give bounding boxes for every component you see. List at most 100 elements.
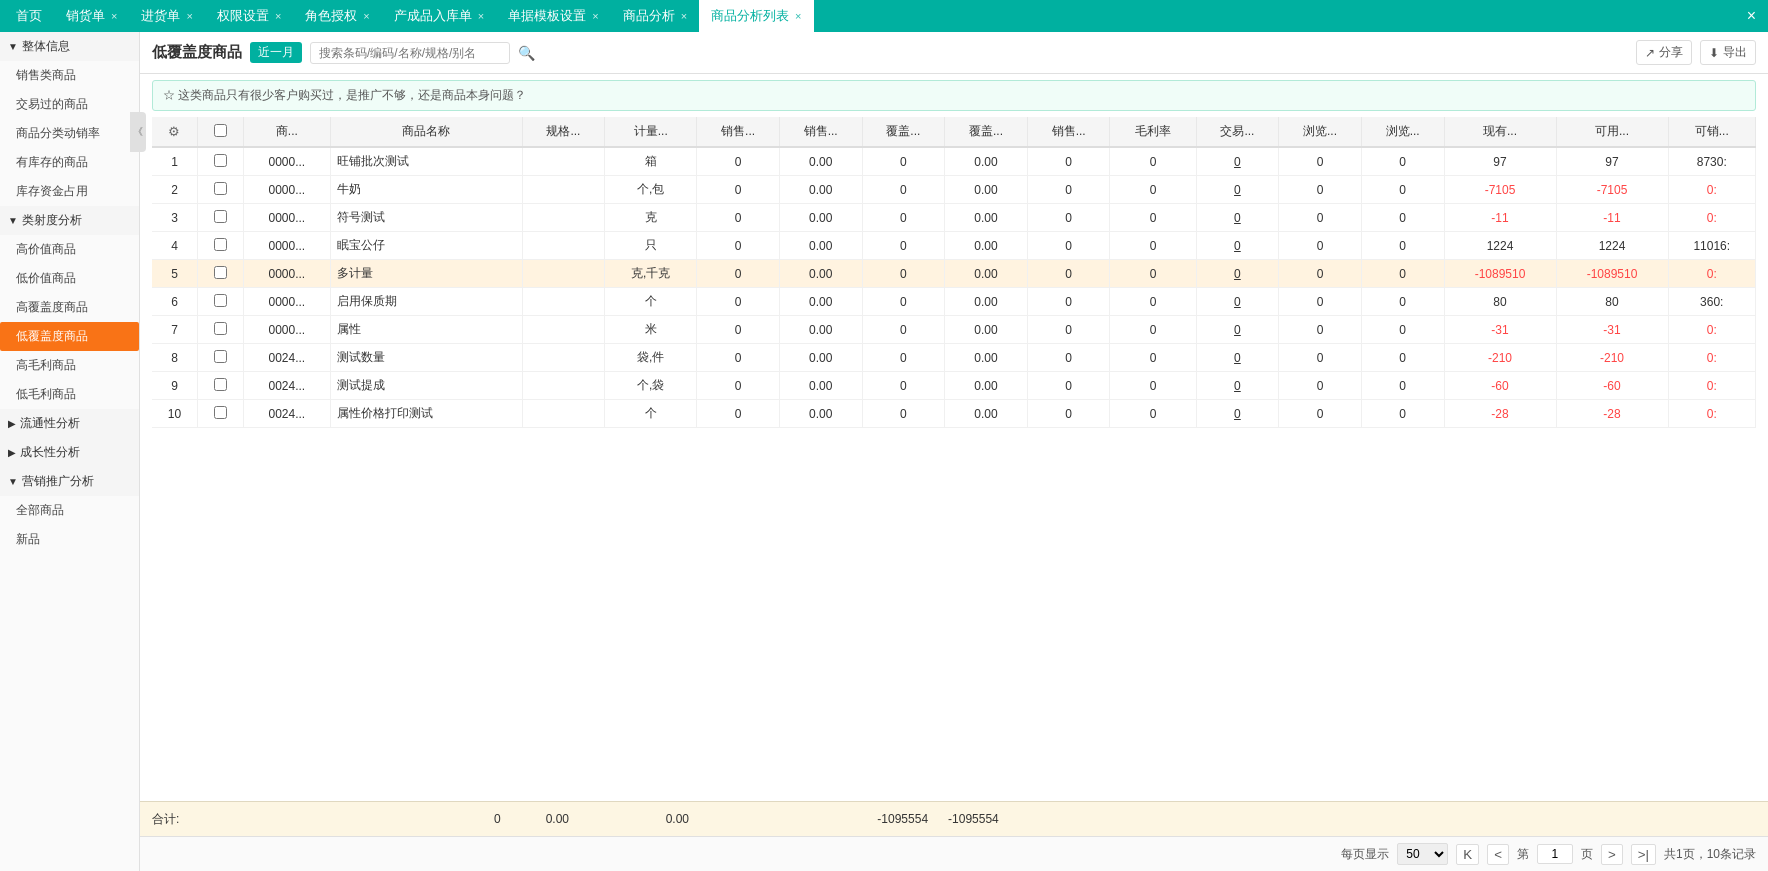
search-button[interactable]: 🔍 <box>518 45 535 61</box>
sidebar-section-flow[interactable]: ▶ 流通性分析 <box>0 409 139 438</box>
row-checkbox[interactable] <box>197 316 243 344</box>
last-page-button[interactable]: >| <box>1631 844 1656 865</box>
sidebar-item-low-coverage[interactable]: 低覆盖度商品 <box>0 322 139 351</box>
sidebar-item-inventory-occupy[interactable]: 库存资金占用 <box>0 177 139 206</box>
export-button[interactable]: ⬇ 导出 <box>1700 40 1756 65</box>
window-close-button[interactable]: × <box>1739 7 1764 25</box>
page-size-select[interactable]: 50 20 100 200 <box>1397 843 1448 865</box>
row-trade-cnt[interactable]: 0 <box>1196 372 1279 400</box>
row-checkbox[interactable] <box>197 344 243 372</box>
col-name[interactable]: 商品名称 <box>331 117 523 147</box>
table-wrapper[interactable]: ⚙ 商... 商品名称 规格... 计量... 销售... 销售... 覆盖..… <box>152 117 1756 801</box>
period-button[interactable]: 近一月 <box>250 42 302 63</box>
row-checkbox-input[interactable] <box>214 238 227 251</box>
row-checkbox-input[interactable] <box>214 322 227 335</box>
sidebar-item-new-products[interactable]: 新品 <box>0 525 139 554</box>
row-trade-cnt[interactable]: 0 <box>1196 344 1279 372</box>
share-button[interactable]: ↗ 分享 <box>1636 40 1692 65</box>
row-checkbox[interactable] <box>197 288 243 316</box>
sidebar-item-all-products[interactable]: 全部商品 <box>0 496 139 525</box>
sidebar-item-low-value[interactable]: 低价值商品 <box>0 264 139 293</box>
row-checkbox[interactable] <box>197 260 243 288</box>
col-browse-cnt[interactable]: 浏览... <box>1279 117 1362 147</box>
row-checkbox[interactable] <box>197 204 243 232</box>
tab-product-entry[interactable]: 产成品入库单 × <box>382 0 496 32</box>
close-tab-purchase[interactable]: × <box>186 10 192 22</box>
col-sales-qty[interactable]: 销售... <box>697 117 780 147</box>
row-checkbox-input[interactable] <box>214 406 227 419</box>
row-checkbox-input[interactable] <box>214 266 227 279</box>
row-checkbox-input[interactable] <box>214 154 227 167</box>
row-checkbox-input[interactable] <box>214 210 227 223</box>
tab-analysis-list[interactable]: 商品分析列表 × <box>699 0 813 32</box>
select-all-checkbox[interactable] <box>214 124 227 137</box>
row-checkbox[interactable] <box>197 400 243 428</box>
tab-purchase[interactable]: 进货单 × <box>129 0 204 32</box>
tab-sales[interactable]: 销货单 × <box>54 0 129 32</box>
col-code[interactable]: 商... <box>243 117 330 147</box>
close-tab-role[interactable]: × <box>363 10 369 22</box>
row-trade-cnt[interactable]: 0 <box>1196 204 1279 232</box>
prev-page-button[interactable]: < <box>1487 844 1509 865</box>
sidebar-item-sales-category[interactable]: 销售类商品 <box>0 61 139 90</box>
col-browse-cnt2[interactable]: 浏览... <box>1361 117 1444 147</box>
row-checkbox-input[interactable] <box>214 294 227 307</box>
col-unit[interactable]: 计量... <box>605 117 697 147</box>
row-trade-cnt[interactable]: 0 <box>1196 232 1279 260</box>
close-tab-product-entry[interactable]: × <box>478 10 484 22</box>
next-page-button[interactable]: > <box>1601 844 1623 865</box>
col-sellable-stock[interactable]: 可销... <box>1668 117 1756 147</box>
col-current-stock[interactable]: 现有... <box>1444 117 1556 147</box>
tab-analysis[interactable]: 商品分析 × <box>611 0 699 32</box>
col-gross-rate[interactable]: 毛利率 <box>1110 117 1196 147</box>
col-sales-amt[interactable]: 销售... <box>779 117 862 147</box>
sidebar-item-sales-rate[interactable]: 商品分类动销率 <box>0 119 139 148</box>
close-tab-sales[interactable]: × <box>111 10 117 22</box>
row-checkbox[interactable] <box>197 232 243 260</box>
col-coverage-rate[interactable]: 覆盖... <box>945 117 1028 147</box>
search-input[interactable] <box>310 42 510 64</box>
row-trade-cnt[interactable]: 0 <box>1196 288 1279 316</box>
close-tab-permission[interactable]: × <box>275 10 281 22</box>
sidebar-item-traded[interactable]: 交易过的商品 <box>0 90 139 119</box>
col-sales-days[interactable]: 销售... <box>1027 117 1110 147</box>
col-checkbox[interactable] <box>197 117 243 147</box>
close-tab-analysis[interactable]: × <box>681 10 687 22</box>
row-trade-cnt[interactable]: 0 <box>1196 316 1279 344</box>
tab-permission[interactable]: 权限设置 × <box>205 0 293 32</box>
col-spec[interactable]: 规格... <box>522 117 605 147</box>
row-trade-cnt[interactable]: 0 <box>1196 176 1279 204</box>
first-page-button[interactable]: K <box>1456 844 1479 865</box>
close-tab-analysis-list[interactable]: × <box>795 10 801 22</box>
sidebar-section-marketing[interactable]: ▼ 营销推广分析 <box>0 467 139 496</box>
sidebar-section-overall[interactable]: ▼ 整体信息 <box>0 32 139 61</box>
col-settings[interactable]: ⚙ <box>152 117 197 147</box>
row-trade-cnt[interactable]: 0 <box>1196 260 1279 288</box>
row-checkbox-input[interactable] <box>214 182 227 195</box>
tab-role[interactable]: 角色授权 × <box>293 0 381 32</box>
table-row: 30000...符号测试克00.0000.0000000-11-110: <box>152 204 1756 232</box>
sidebar-item-low-profit[interactable]: 低毛利商品 <box>0 380 139 409</box>
row-trade-cnt[interactable]: 0 <box>1196 400 1279 428</box>
row-trade-cnt[interactable]: 0 <box>1196 147 1279 176</box>
sidebar-section-value[interactable]: ▼ 类射度分析 <box>0 206 139 235</box>
page-number-input[interactable] <box>1537 844 1573 864</box>
col-trade-cnt[interactable]: 交易... <box>1196 117 1279 147</box>
sidebar-item-high-value[interactable]: 高价值商品 <box>0 235 139 264</box>
row-checkbox-input[interactable] <box>214 350 227 363</box>
sidebar-item-inventory[interactable]: 有库存的商品 <box>0 148 139 177</box>
col-available-stock[interactable]: 可用... <box>1556 117 1668 147</box>
tab-template[interactable]: 单据模板设置 × <box>496 0 610 32</box>
tab-home[interactable]: 首页 <box>4 0 54 32</box>
sidebar-item-high-coverage[interactable]: 高覆盖度商品 <box>0 293 139 322</box>
row-checkbox[interactable] <box>197 372 243 400</box>
settings-icon[interactable]: ⚙ <box>168 124 180 139</box>
sidebar-section-growth[interactable]: ▶ 成长性分析 <box>0 438 139 467</box>
sidebar-item-high-profit[interactable]: 高毛利商品 <box>0 351 139 380</box>
col-coverage-cnt[interactable]: 覆盖... <box>862 117 945 147</box>
row-checkbox-input[interactable] <box>214 378 227 391</box>
row-checkbox[interactable] <box>197 176 243 204</box>
row-checkbox[interactable] <box>197 147 243 176</box>
sidebar-collapse-button[interactable]: 《 <box>130 112 146 152</box>
close-tab-template[interactable]: × <box>592 10 598 22</box>
